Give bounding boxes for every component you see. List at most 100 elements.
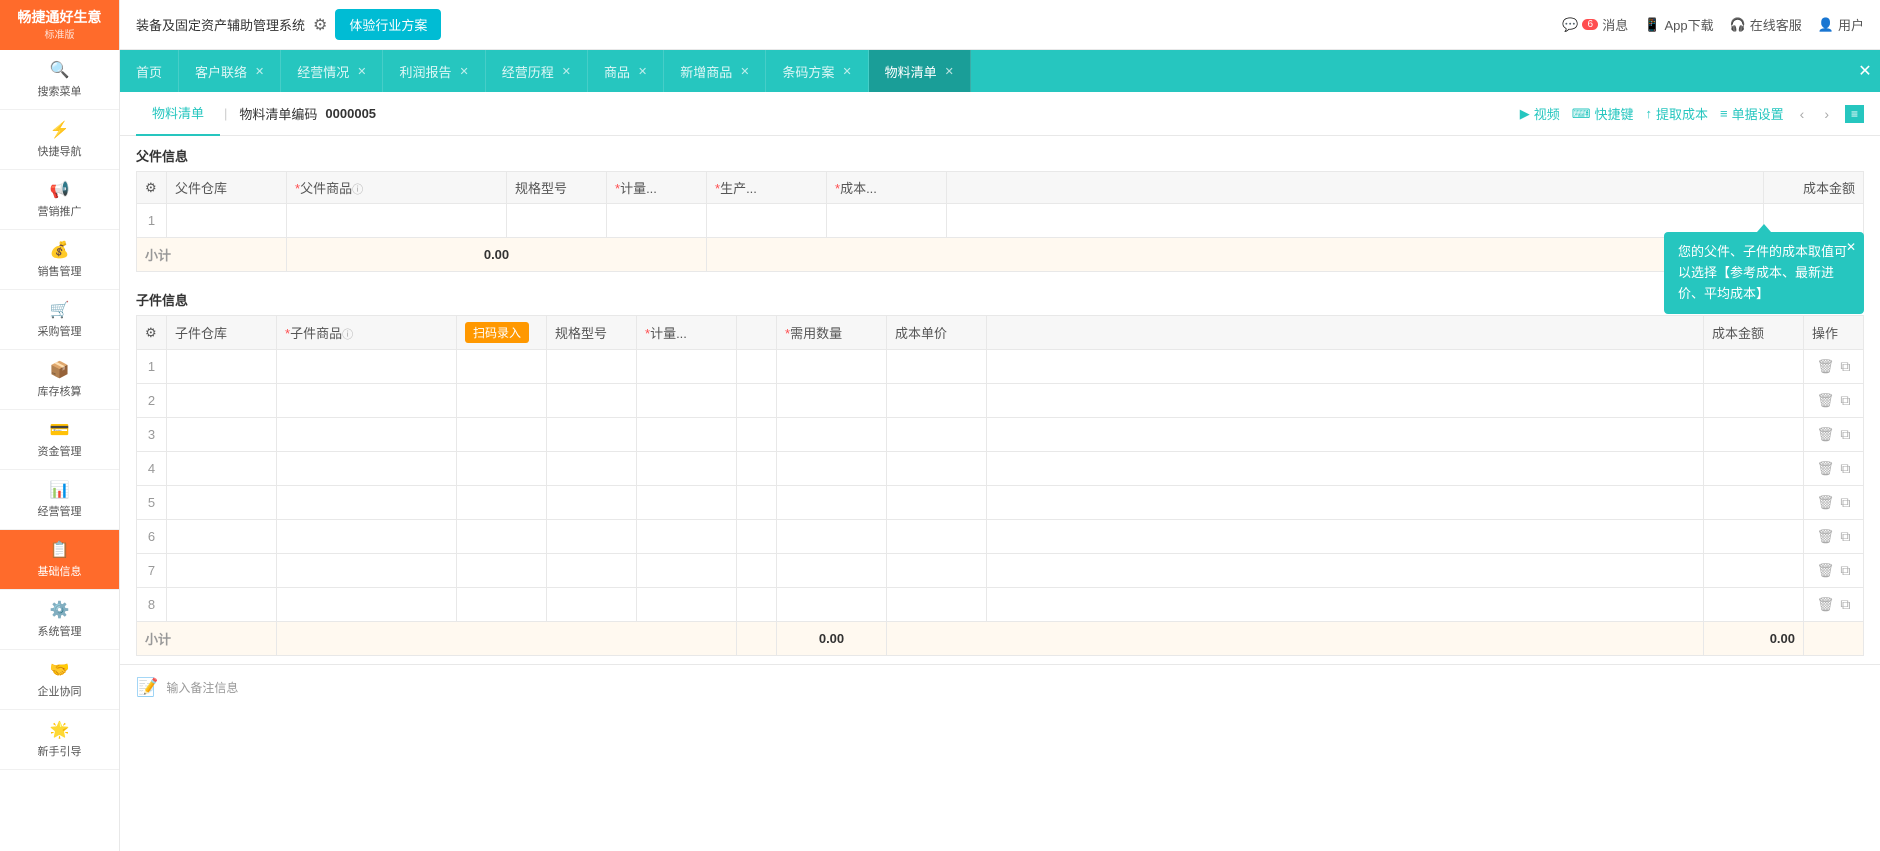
parent-goods-cell[interactable] xyxy=(287,204,507,238)
delete-icon[interactable]: 🗑 xyxy=(1817,392,1835,409)
settings-icon[interactable]: ⚙ xyxy=(313,15,327,35)
sidebar-item-search[interactable]: 🔍 搜索菜单 xyxy=(0,50,119,110)
close-icon[interactable]: ✕ xyxy=(638,65,647,78)
tab-home[interactable]: 首页 xyxy=(120,50,179,92)
sidebar-item-basicinfo[interactable]: 📋 基础信息 xyxy=(0,530,119,590)
tab-profit[interactable]: 利润报告 ✕ xyxy=(383,50,485,92)
close-icon[interactable]: ✕ xyxy=(945,65,954,78)
child-warehouse-cell[interactable] xyxy=(167,486,277,520)
child-unit-cell[interactable] xyxy=(637,384,737,418)
copy-icon[interactable]: ⧉ xyxy=(1840,528,1850,545)
child-unit-price-cell[interactable] xyxy=(887,520,987,554)
child-unit-cell[interactable] xyxy=(637,486,737,520)
close-icon[interactable]: ✕ xyxy=(562,65,571,78)
sidebar-item-system[interactable]: ⚙️ 系统管理 xyxy=(0,590,119,650)
next-arrow[interactable]: › xyxy=(1820,104,1833,124)
child-warehouse-cell[interactable] xyxy=(167,554,277,588)
tooltip-close[interactable]: ✕ xyxy=(1846,238,1856,257)
child-unit-cell[interactable] xyxy=(637,520,737,554)
child-goods-cell[interactable] xyxy=(277,554,457,588)
child-goods-cell[interactable] xyxy=(277,520,457,554)
child-spec-cell[interactable] xyxy=(547,520,637,554)
child-goods-cell[interactable] xyxy=(277,588,457,622)
child-unit-price-cell[interactable] xyxy=(887,452,987,486)
copy-icon[interactable]: ⧉ xyxy=(1840,562,1850,579)
sidebar-item-operations[interactable]: 📊 经营管理 xyxy=(0,470,119,530)
child-quantity-cell[interactable] xyxy=(777,588,887,622)
child-spec-cell[interactable] xyxy=(547,452,637,486)
child-col-scan[interactable]: 扫码录入 xyxy=(457,316,547,350)
sidebar-item-sales[interactable]: 💰 销售管理 xyxy=(0,230,119,290)
copy-icon[interactable]: ⧉ xyxy=(1840,494,1850,511)
parent-spec-cell[interactable] xyxy=(507,204,607,238)
child-goods-cell[interactable] xyxy=(277,384,457,418)
prev-arrow[interactable]: ‹ xyxy=(1796,104,1809,124)
child-spec-cell[interactable] xyxy=(547,588,637,622)
delete-icon[interactable]: 🗑 xyxy=(1817,358,1835,375)
child-col-settings[interactable]: ⚙ xyxy=(137,316,167,350)
add-note-icon[interactable]: 📝 xyxy=(136,677,158,698)
tab-bom[interactable]: 物料清单 ✕ xyxy=(869,50,971,92)
sidebar-item-inventory[interactable]: 📦 库存核算 xyxy=(0,350,119,410)
delete-icon[interactable]: 🗑 xyxy=(1817,528,1835,545)
scan-button[interactable]: 扫码录入 xyxy=(465,322,529,343)
child-quantity-cell[interactable] xyxy=(777,486,887,520)
app-download-action[interactable]: 📱 App下载 xyxy=(1644,15,1713,34)
child-quantity-cell[interactable] xyxy=(777,384,887,418)
parent-production-cell[interactable] xyxy=(707,204,827,238)
child-unit-cell[interactable] xyxy=(637,418,737,452)
child-quantity-cell[interactable] xyxy=(777,554,887,588)
child-spec-cell[interactable] xyxy=(547,486,637,520)
child-spec-cell[interactable] xyxy=(547,350,637,384)
extract-cost-action[interactable]: ↑ 提取成本 xyxy=(1646,104,1709,123)
close-icon[interactable]: ✕ xyxy=(842,65,851,78)
delete-icon[interactable]: 🗑 xyxy=(1817,596,1835,613)
child-spec-cell[interactable] xyxy=(547,384,637,418)
child-goods-cell[interactable] xyxy=(277,350,457,384)
copy-icon[interactable]: ⧉ xyxy=(1840,596,1850,613)
copy-icon[interactable]: ⧉ xyxy=(1840,392,1850,409)
child-quantity-cell[interactable] xyxy=(777,520,887,554)
parent-warehouse-cell[interactable] xyxy=(167,204,287,238)
copy-icon[interactable]: ⧉ xyxy=(1840,460,1850,477)
sidebar-item-finance[interactable]: 💳 资金管理 xyxy=(0,410,119,470)
child-unit-price-cell[interactable] xyxy=(887,486,987,520)
copy-icon[interactable]: ⧉ xyxy=(1840,426,1850,443)
child-quantity-cell[interactable] xyxy=(777,418,887,452)
user-action[interactable]: 👤 用户 xyxy=(1818,15,1864,34)
child-spec-cell[interactable] xyxy=(547,418,637,452)
close-icon[interactable]: ✕ xyxy=(357,65,366,78)
sidebar-item-quicknav[interactable]: ⚡ 快捷导航 xyxy=(0,110,119,170)
shortcut-action[interactable]: ⌨ 快捷键 xyxy=(1572,104,1634,123)
parent-unit-cell[interactable] xyxy=(607,204,707,238)
tab-operations[interactable]: 经营情况 ✕ xyxy=(281,50,383,92)
copy-icon[interactable]: ⧉ xyxy=(1840,358,1850,375)
child-goods-cell[interactable] xyxy=(277,486,457,520)
parent-col-settings[interactable]: ⚙ xyxy=(137,172,167,204)
close-icon[interactable]: ✕ xyxy=(740,65,749,78)
nav-tabs-end[interactable]: ✕ xyxy=(1850,50,1880,92)
sidebar-item-collab[interactable]: 🤝 企业协同 xyxy=(0,650,119,710)
close-icon[interactable]: ✕ xyxy=(460,65,469,78)
child-unit-price-cell[interactable] xyxy=(887,384,987,418)
tab-barcode[interactable]: 条码方案 ✕ xyxy=(766,50,868,92)
tab-new-goods[interactable]: 新增商品 ✕ xyxy=(664,50,766,92)
sub-tab-bom[interactable]: 物料清单 xyxy=(136,92,220,136)
view-action[interactable]: ▶ 视频 xyxy=(1520,104,1560,123)
sidebar-item-marketing[interactable]: 📢 营销推广 xyxy=(0,170,119,230)
child-warehouse-cell[interactable] xyxy=(167,384,277,418)
list-view-icon[interactable]: ≡ xyxy=(1845,105,1864,123)
child-spec-cell[interactable] xyxy=(547,554,637,588)
child-warehouse-cell[interactable] xyxy=(167,350,277,384)
child-unit-cell[interactable] xyxy=(637,350,737,384)
child-unit-cell[interactable] xyxy=(637,452,737,486)
close-all-icon[interactable]: ✕ xyxy=(1858,61,1871,81)
child-unit-price-cell[interactable] xyxy=(887,588,987,622)
trial-button[interactable]: 体验行业方案 xyxy=(335,9,441,40)
parent-cost-cell[interactable] xyxy=(827,204,947,238)
child-warehouse-cell[interactable] xyxy=(167,588,277,622)
child-goods-cell[interactable] xyxy=(277,452,457,486)
close-icon[interactable]: ✕ xyxy=(255,65,264,78)
child-warehouse-cell[interactable] xyxy=(167,418,277,452)
child-unit-price-cell[interactable] xyxy=(887,554,987,588)
